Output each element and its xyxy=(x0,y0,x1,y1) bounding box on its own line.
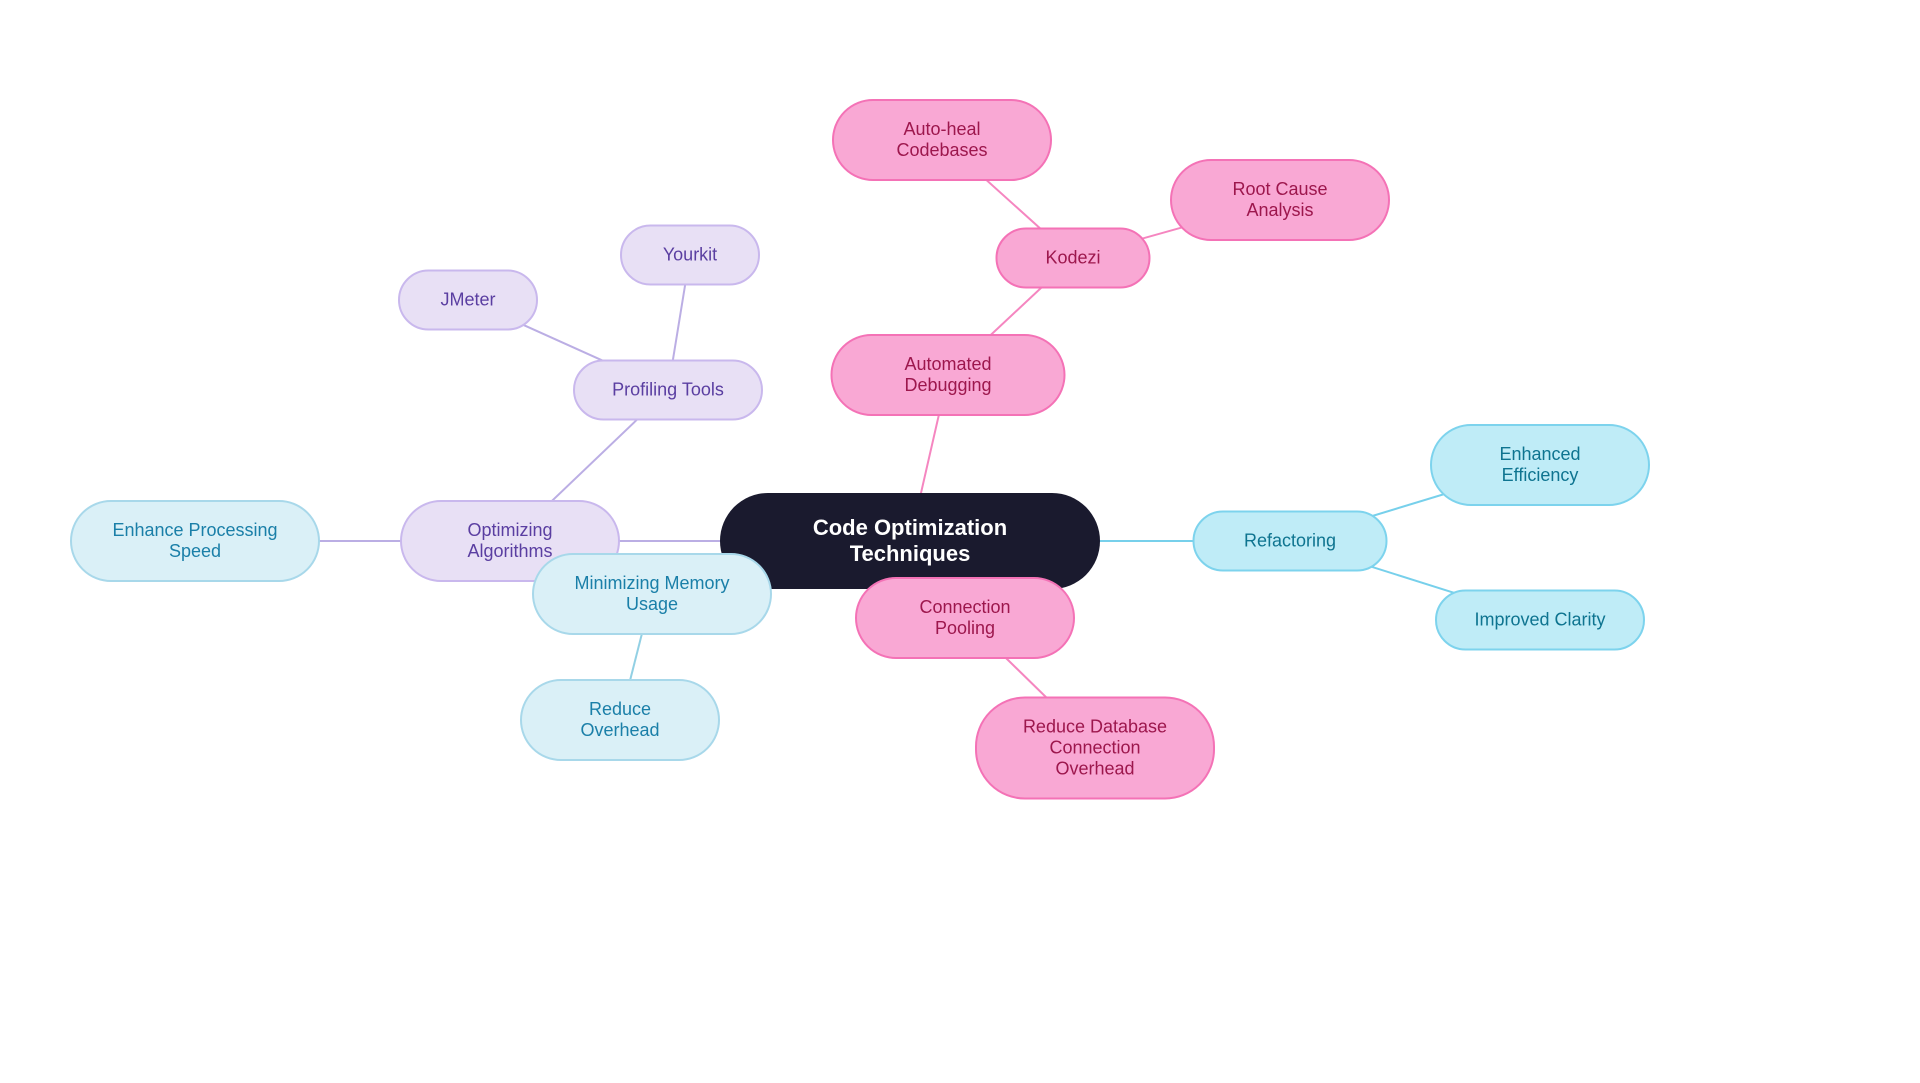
node-reduce-db-label: Reduce Database Connection Overhead xyxy=(1009,717,1181,780)
node-minimizing-memory[interactable]: Minimizing Memory Usage xyxy=(532,553,772,635)
node-reduce-overhead[interactable]: Reduce Overhead xyxy=(520,679,720,761)
node-profiling-tools-label: Profiling Tools xyxy=(612,380,724,401)
node-enhance-processing-speed[interactable]: Enhance Processing Speed xyxy=(70,500,320,582)
node-kodezi-label: Kodezi xyxy=(1045,248,1100,269)
node-refactoring[interactable]: Refactoring xyxy=(1193,511,1388,572)
node-minimizing-memory-label: Minimizing Memory Usage xyxy=(566,573,738,615)
node-reduce-db[interactable]: Reduce Database Connection Overhead xyxy=(975,697,1215,800)
node-connection-pooling[interactable]: Connection Pooling xyxy=(855,577,1075,659)
node-auto-heal-label: Auto-heal Codebases xyxy=(866,119,1018,161)
node-automated-debugging[interactable]: Automated Debugging xyxy=(831,334,1066,416)
node-kodezi[interactable]: Kodezi xyxy=(996,228,1151,289)
node-center-label: Code Optimization Techniques xyxy=(768,515,1052,567)
node-root-cause[interactable]: Root Cause Analysis xyxy=(1170,159,1390,241)
mindmap-container: Code Optimization Techniques Optimizing … xyxy=(0,0,1920,1083)
node-automated-debugging-label: Automated Debugging xyxy=(865,354,1032,396)
node-refactoring-label: Refactoring xyxy=(1244,531,1336,552)
node-jmeter[interactable]: JMeter xyxy=(398,270,538,331)
node-jmeter-label: JMeter xyxy=(440,290,495,311)
node-enhanced-efficiency[interactable]: Enhanced Efficiency xyxy=(1430,424,1650,506)
node-improved-clarity-label: Improved Clarity xyxy=(1474,610,1605,631)
node-yourkit-label: Yourkit xyxy=(663,245,717,266)
node-connection-pooling-label: Connection Pooling xyxy=(889,597,1041,639)
node-yourkit[interactable]: Yourkit xyxy=(620,225,760,286)
node-improved-clarity[interactable]: Improved Clarity xyxy=(1435,590,1645,651)
node-profiling-tools[interactable]: Profiling Tools xyxy=(573,360,763,421)
node-center[interactable]: Code Optimization Techniques xyxy=(720,493,1100,589)
node-enhanced-efficiency-label: Enhanced Efficiency xyxy=(1464,444,1616,486)
node-reduce-overhead-label: Reduce Overhead xyxy=(554,699,686,741)
node-auto-heal[interactable]: Auto-heal Codebases xyxy=(832,99,1052,181)
node-root-cause-label: Root Cause Analysis xyxy=(1204,179,1356,221)
node-enhance-processing-speed-label: Enhance Processing Speed xyxy=(104,520,286,562)
